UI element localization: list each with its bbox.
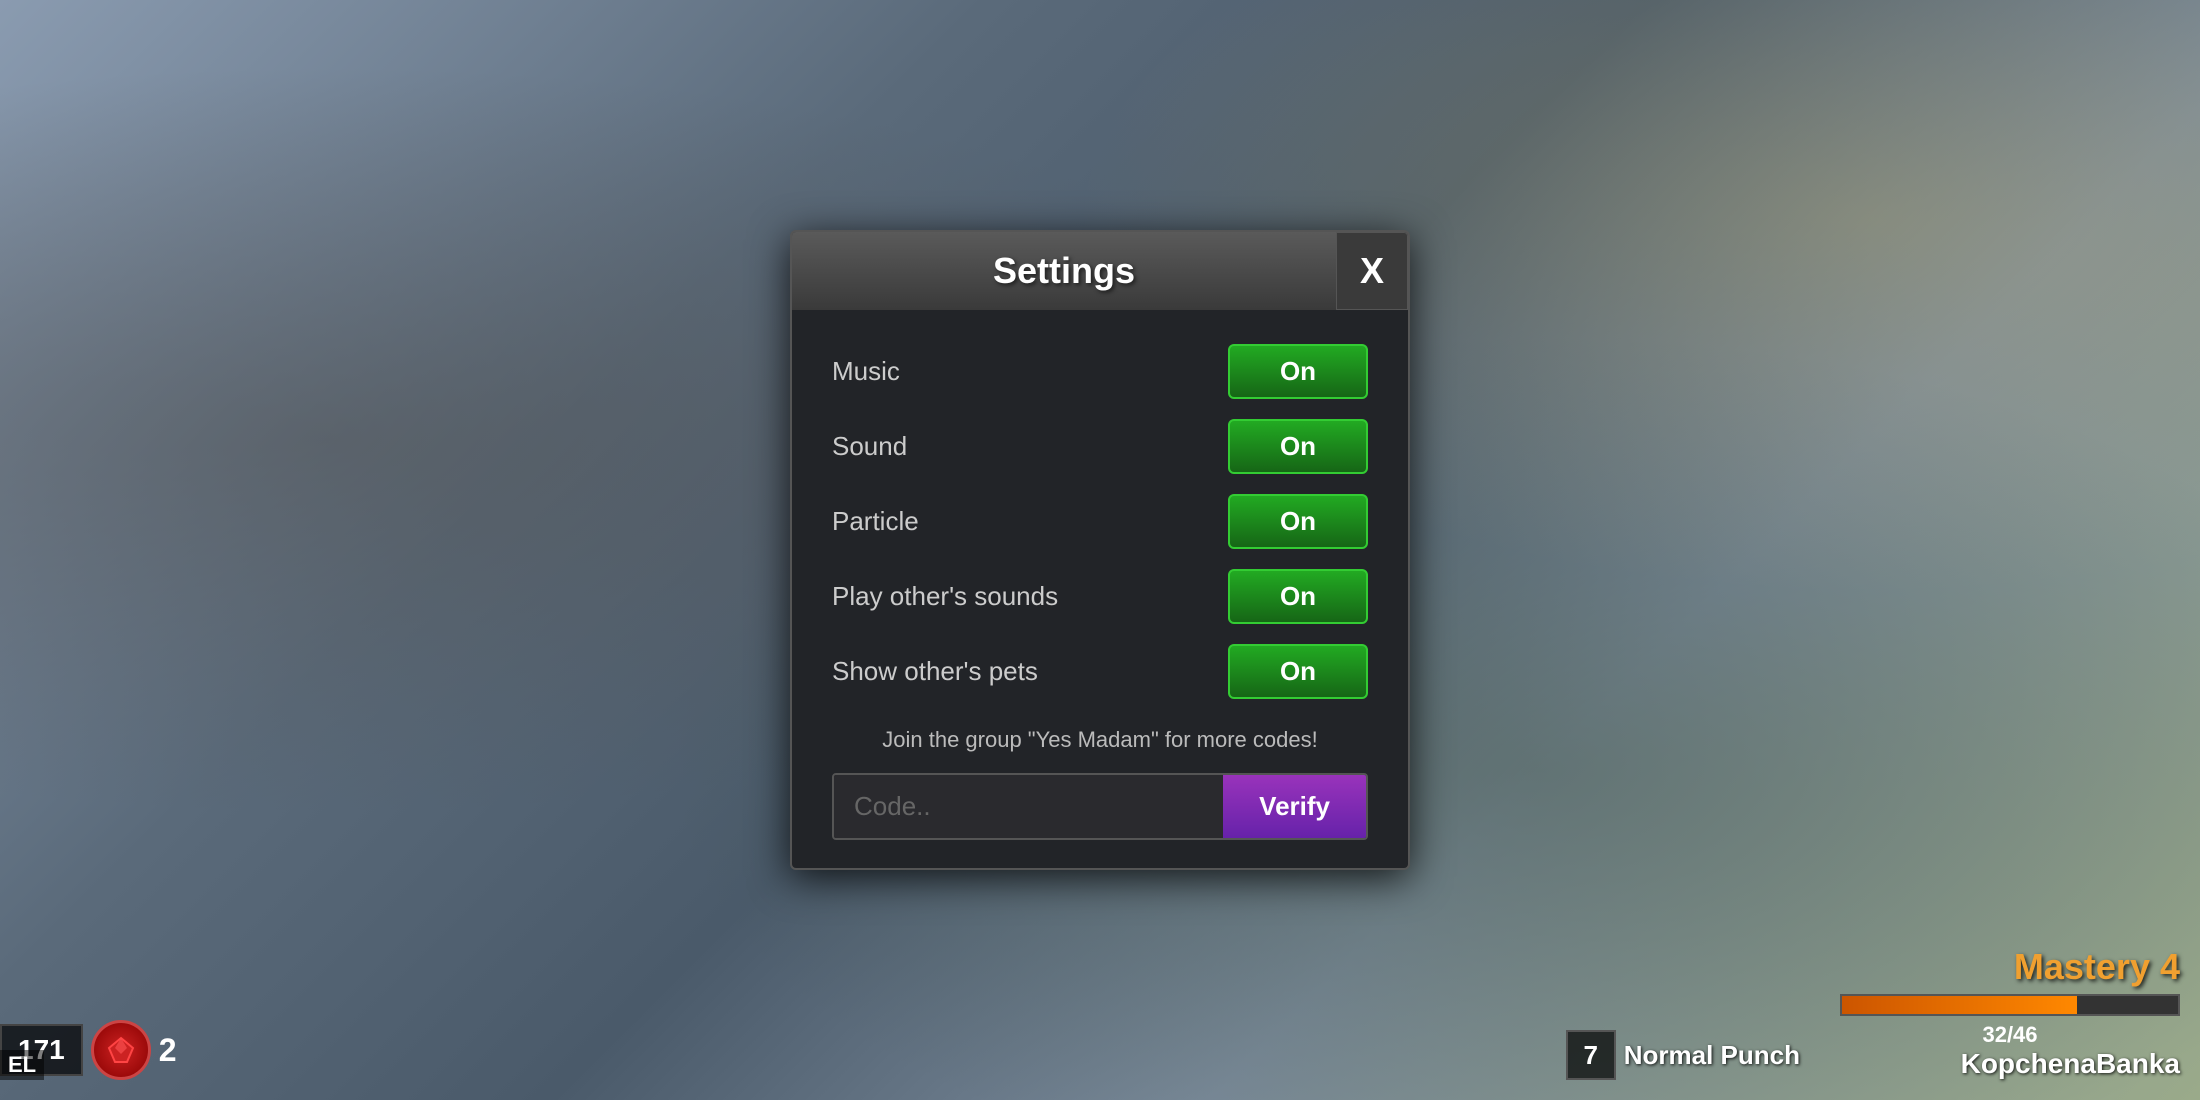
modal-overlay: Settings X MusicOnSoundOnParticleOnPlay … (0, 0, 2200, 1100)
settings-body: MusicOnSoundOnParticleOnPlay other's sou… (792, 310, 1408, 868)
settings-dialog: Settings X MusicOnSoundOnParticleOnPlay … (790, 230, 1410, 870)
setting-label: Sound (832, 431, 907, 462)
setting-label: Music (832, 356, 900, 387)
setting-row: Show other's pets On (832, 634, 1368, 709)
code-row: Verify (832, 773, 1368, 840)
toggle-button-particle[interactable]: On (1228, 494, 1368, 549)
verify-button[interactable]: Verify (1223, 775, 1366, 838)
settings-title: Settings (816, 250, 1312, 292)
toggle-button-sound[interactable]: On (1228, 419, 1368, 474)
toggle-button-music[interactable]: On (1228, 344, 1368, 399)
toggle-button-show-other's-pets[interactable]: On (1228, 644, 1368, 699)
setting-label: Play other's sounds (832, 581, 1058, 612)
setting-label: Show other's pets (832, 656, 1038, 687)
setting-row: Play other's sounds On (832, 559, 1368, 634)
setting-row: Music On (832, 334, 1368, 409)
setting-label: Particle (832, 506, 919, 537)
setting-row: Sound On (832, 409, 1368, 484)
code-input[interactable] (834, 775, 1223, 838)
close-button[interactable]: X (1336, 232, 1408, 310)
settings-header: Settings X (792, 232, 1408, 310)
settings-rows: MusicOnSoundOnParticleOnPlay other's sou… (832, 334, 1368, 709)
toggle-button-play-other's-sounds[interactable]: On (1228, 569, 1368, 624)
setting-row: Particle On (832, 484, 1368, 559)
settings-title-bar: Settings (792, 232, 1336, 310)
promo-text: Join the group "Yes Madam" for more code… (832, 727, 1368, 753)
